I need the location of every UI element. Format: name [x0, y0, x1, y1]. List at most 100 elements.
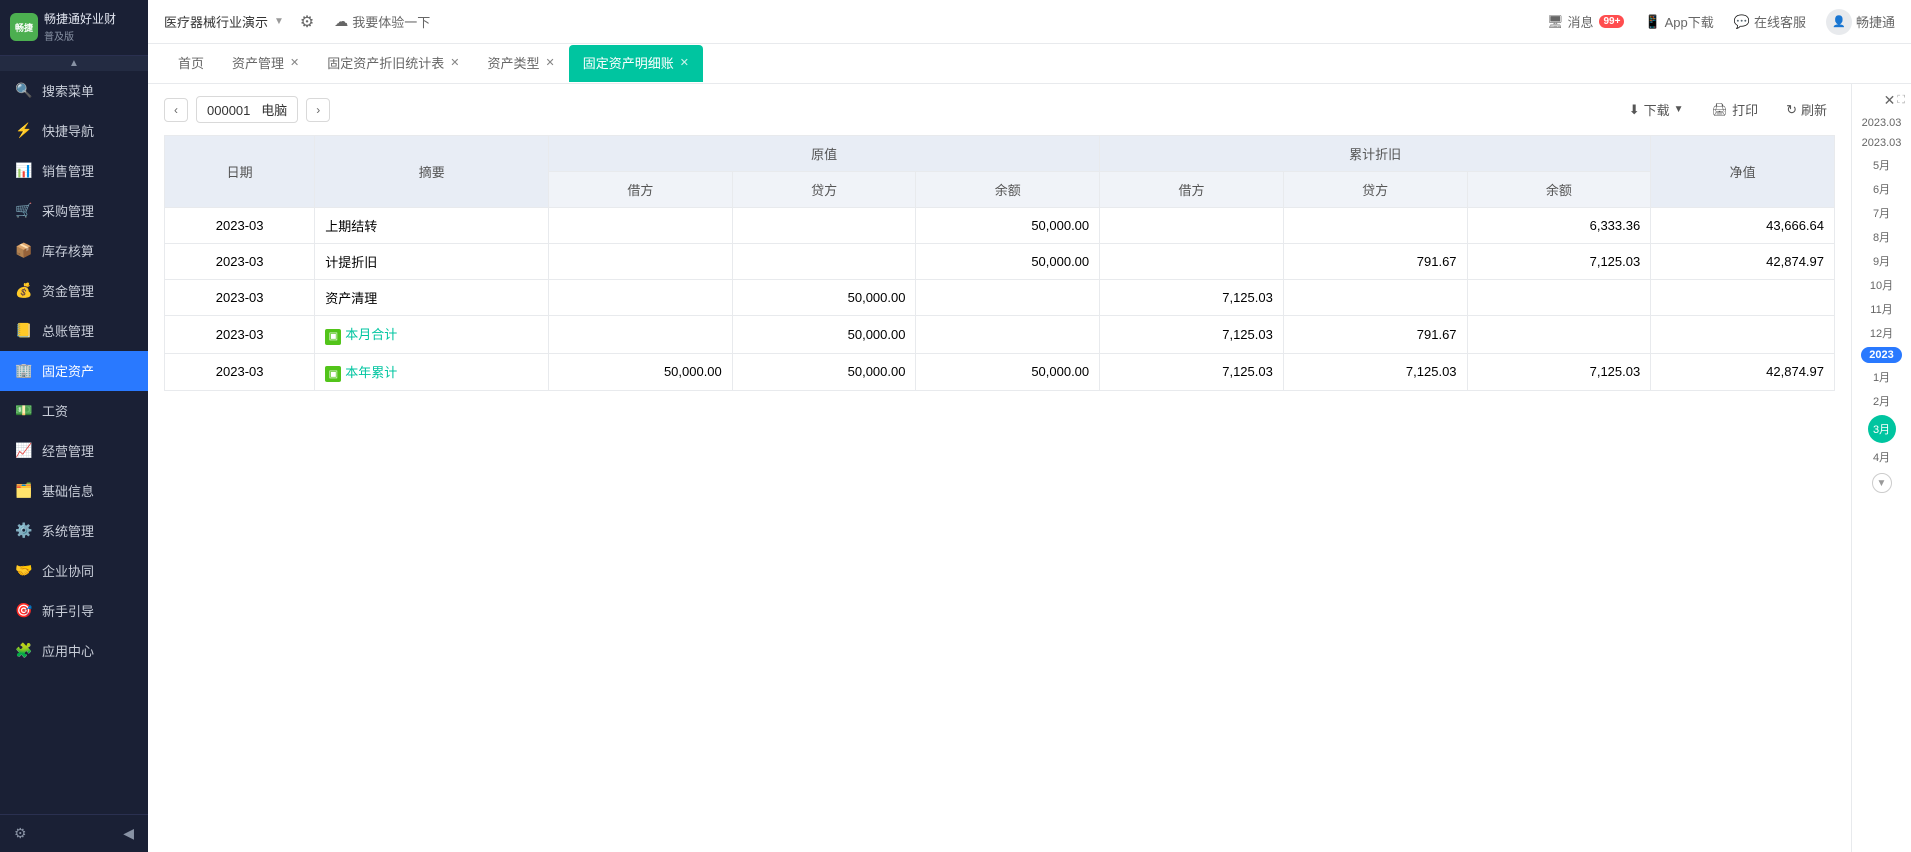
- cell-orig-credit: [732, 244, 916, 280]
- th-orig-balance: 余额: [916, 172, 1100, 208]
- asset-nav-next[interactable]: ›: [306, 98, 330, 122]
- cell-accum-debit: 7,125.03: [1100, 353, 1284, 391]
- topbar-user[interactable]: 👤 畅捷通: [1826, 9, 1895, 35]
- nav-icon-sales: 📊: [14, 161, 34, 181]
- user-name: 畅捷通: [1856, 12, 1895, 31]
- tab-label-home: 首页: [178, 53, 204, 72]
- timeline-month[interactable]: 2月: [1868, 389, 1896, 413]
- timeline-month[interactable]: 8月: [1870, 225, 1893, 249]
- sidebar-item-sales[interactable]: 📊 销售管理: [0, 151, 148, 191]
- timeline-month[interactable]: 1月: [1868, 365, 1896, 389]
- summary-icon: ▣: [325, 329, 341, 345]
- tab-close-asset-management[interactable]: ✕: [290, 56, 299, 69]
- cell-date: 2023-03: [165, 353, 315, 391]
- timeline-month[interactable]: 5月: [1870, 153, 1893, 177]
- cell-orig-debit: [549, 280, 733, 316]
- sidebar-item-inventory[interactable]: 📦 库存核算: [0, 231, 148, 271]
- timeline-year-badge[interactable]: 2023: [1861, 347, 1901, 363]
- timeline-month[interactable]: 4月: [1868, 445, 1896, 469]
- sidebar-item-ledger[interactable]: 📒 总账管理: [0, 311, 148, 351]
- cell-summary: 资产清理: [315, 280, 549, 316]
- cell-orig-credit: 50,000.00: [732, 353, 916, 391]
- topbar-app-download[interactable]: 📱 App下载: [1644, 12, 1713, 31]
- cell-orig-debit: [549, 244, 733, 280]
- sidebar-scroll-up[interactable]: ▲: [0, 56, 148, 71]
- sidebar-item-salary[interactable]: 💵 工资: [0, 391, 148, 431]
- sidebar-item-fixed-assets[interactable]: 🏢 固定资产: [0, 351, 148, 391]
- print-button[interactable]: 🖨 打印: [1704, 96, 1767, 123]
- th-orig-credit: 贷方: [732, 172, 916, 208]
- topbar-settings-icon[interactable]: ⚙: [300, 12, 314, 32]
- timeline-close-btn[interactable]: ✕: [1884, 92, 1896, 109]
- nav-icon-app-center: 🧩: [14, 641, 34, 661]
- timeline-month[interactable]: 9月: [1870, 249, 1893, 273]
- tab-label-depreciation-stats: 固定资产折旧统计表: [327, 53, 444, 72]
- tab-close-asset-detail[interactable]: ✕: [680, 56, 689, 69]
- timeline-month[interactable]: 6月: [1870, 177, 1893, 201]
- company-name: 医疗器械行业演示: [164, 12, 268, 31]
- sidebar-item-basic-info[interactable]: 🗂️ 基础信息: [0, 471, 148, 511]
- sidebar-item-operations[interactable]: 📈 经营管理: [0, 431, 148, 471]
- cell-orig-debit: 50,000.00: [549, 353, 733, 391]
- cell-date: 2023-03: [165, 244, 315, 280]
- experience-icon: ☁: [334, 13, 348, 30]
- main-panel: ‹ 000001 电脑 › ⬇ 下载 ▼ 🖨: [148, 84, 1851, 852]
- company-selector[interactable]: 医疗器械行业演示 ▼: [164, 12, 284, 31]
- nav-icon-inventory: 📦: [14, 241, 34, 261]
- tab-depreciation-stats[interactable]: 固定资产折旧统计表 ✕: [313, 45, 473, 82]
- timeline-month[interactable]: 7月: [1870, 201, 1893, 225]
- topbar-customer-service[interactable]: 💬 在线客服: [1734, 12, 1806, 31]
- nav-icon-purchase: 🛒: [14, 201, 34, 221]
- timeline-expand-icon[interactable]: ⛶: [1897, 94, 1905, 107]
- timeline-down-arrow[interactable]: ▼: [1872, 473, 1892, 493]
- tab-asset-type[interactable]: 资产类型✕: [473, 45, 568, 82]
- timeline-month[interactable]: 11月: [1870, 297, 1893, 321]
- nav-icon-guide: 🎯: [14, 601, 34, 621]
- content-area: ‹ 000001 电脑 › ⬇ 下载 ▼ 🖨: [148, 84, 1911, 852]
- tab-asset-detail[interactable]: 固定资产明细账 ✕: [569, 45, 703, 82]
- sidebar-item-search[interactable]: 🔍 搜索菜单: [0, 71, 148, 111]
- asset-nav-prev[interactable]: ‹: [164, 98, 188, 122]
- refresh-button[interactable]: ↻ 刷新: [1778, 96, 1835, 123]
- experience-button[interactable]: ☁ 我要体验一下: [334, 12, 430, 31]
- collapse-icon[interactable]: ◀: [123, 825, 134, 842]
- cell-net-value: 42,874.97: [1651, 353, 1835, 391]
- cell-summary: ▣本年累计: [315, 353, 549, 391]
- cell-orig-debit: [549, 208, 733, 244]
- nav-label-fixed-assets: 固定资产: [42, 361, 94, 380]
- sidebar-item-system[interactable]: ⚙️ 系统管理: [0, 511, 148, 551]
- tab-close-depreciation-stats[interactable]: ✕: [450, 56, 459, 69]
- nav-label-operations: 经营管理: [42, 441, 94, 460]
- sidebar-item-purchase[interactable]: 🛒 采购管理: [0, 191, 148, 231]
- timeline-active-month[interactable]: 3月: [1868, 415, 1896, 443]
- logo-title: 畅捷通好业财: [44, 12, 116, 28]
- cell-accum-debit: 7,125.03: [1100, 280, 1284, 316]
- summary-icon: ▣: [325, 366, 341, 382]
- sidebar-item-cooperation[interactable]: 🤝 企业协同: [0, 551, 148, 591]
- sidebar-bottom: ⚙ ◀: [0, 814, 148, 852]
- sidebar-item-app-center[interactable]: 🧩 应用中心: [0, 631, 148, 671]
- settings-icon[interactable]: ⚙: [14, 825, 27, 842]
- nav-icon-cooperation: 🤝: [14, 561, 34, 581]
- cell-orig-balance: 50,000.00: [916, 353, 1100, 391]
- tab-label-asset-detail: 固定资产明细账: [583, 53, 674, 72]
- sidebar-item-guide[interactable]: 🎯 新手引导: [0, 591, 148, 631]
- data-table: 日期 摘要 原值 累计折旧 净值 借方 贷方 余额 借方 贷方 余额: [164, 135, 1835, 391]
- download-arrow: ▼: [1674, 104, 1684, 115]
- tab-close-asset-type[interactable]: ✕: [546, 56, 555, 69]
- tab-home[interactable]: 首页: [164, 45, 218, 82]
- table-row: 2023-03 资产清理 50,000.00 7,125.03: [165, 280, 1835, 316]
- tabs-bar: 首页资产管理✕固定资产折旧统计表✕资产类型✕固定资产明细账✕: [148, 44, 1911, 84]
- sidebar-item-quick-nav[interactable]: ⚡ 快捷导航: [0, 111, 148, 151]
- timeline-month[interactable]: 12月: [1870, 321, 1893, 345]
- app-download-label: App下载: [1665, 12, 1714, 31]
- asset-code: 000001 电脑: [196, 96, 298, 123]
- topbar-message[interactable]: 🖥 消息 99+: [1547, 12, 1625, 31]
- timeline-month[interactable]: 10月: [1870, 273, 1893, 297]
- sidebar-item-fund[interactable]: 💰 资金管理: [0, 271, 148, 311]
- table-row: 2023-03 计提折旧 50,000.00 791.67 7,125.03 4…: [165, 244, 1835, 280]
- nav-icon-fund: 💰: [14, 281, 34, 301]
- cell-accum-credit: 7,125.03: [1283, 353, 1467, 391]
- tab-asset-management[interactable]: 资产管理✕: [218, 45, 313, 82]
- download-button[interactable]: ⬇ 下载 ▼: [1621, 96, 1692, 123]
